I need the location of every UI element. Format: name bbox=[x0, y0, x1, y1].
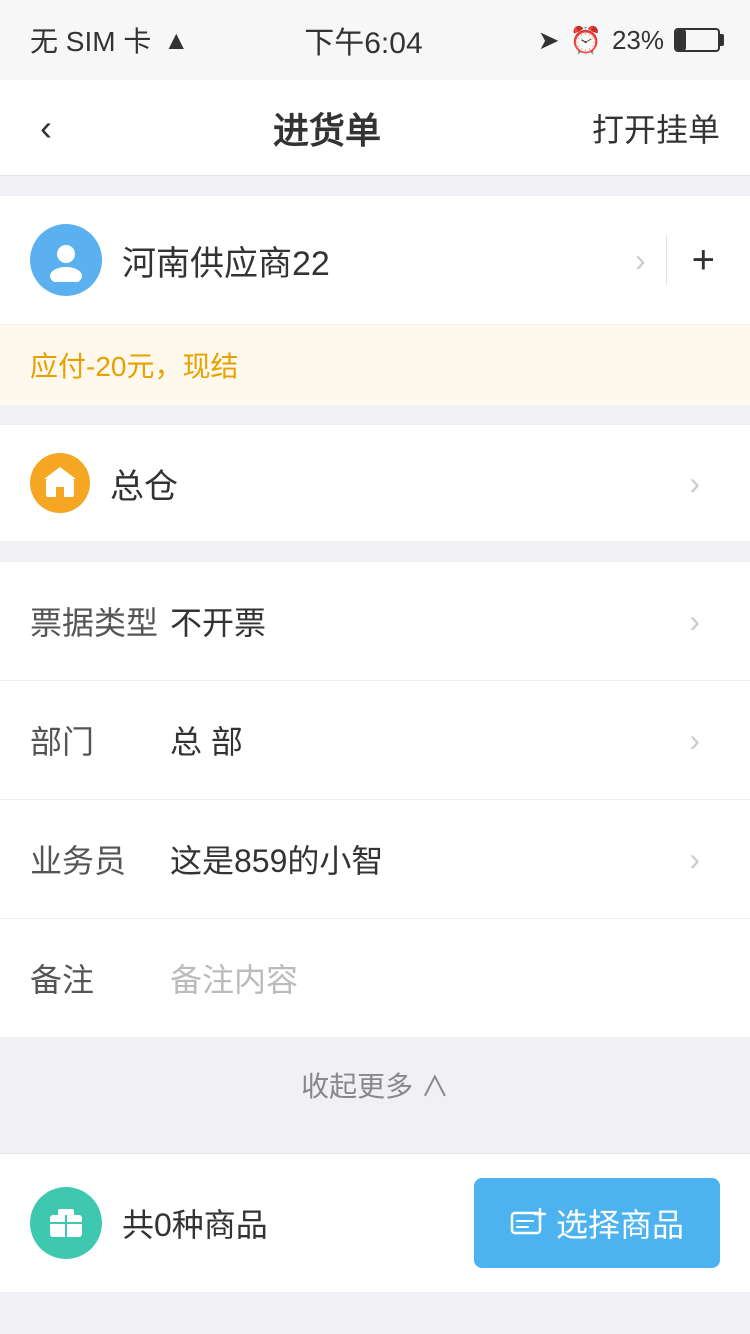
status-time: 下午6:04 bbox=[304, 18, 422, 62]
invoice-label: 票据类型 bbox=[30, 598, 170, 644]
status-right: ➤ ⏰ 23% bbox=[538, 25, 720, 56]
wifi-icon: ▲ bbox=[163, 25, 189, 56]
back-button[interactable]: ‹ bbox=[30, 97, 62, 159]
chevron-right-icon: › bbox=[689, 465, 700, 502]
supplier-actions: › + bbox=[635, 235, 720, 285]
content-area: 河南供应商22 › + 应付-20元，现结 总仓 › bbox=[0, 196, 750, 1292]
vertical-divider bbox=[666, 235, 667, 285]
form-row-department[interactable]: 部门 总 部 › bbox=[0, 680, 750, 799]
status-bar: 无 SIM 卡 ▲ 下午6:04 ➤ ⏰ 23% bbox=[0, 0, 750, 80]
product-icon bbox=[30, 1187, 102, 1259]
department-value: 总 部 bbox=[170, 717, 689, 763]
select-product-button[interactable]: 选择商品 bbox=[474, 1178, 720, 1268]
alarm-icon: ⏰ bbox=[570, 25, 602, 56]
select-product-label: 选择商品 bbox=[556, 1200, 684, 1246]
invoice-value: 不开票 bbox=[170, 598, 689, 644]
nav-bar: ‹ 进货单 打开挂单 bbox=[0, 80, 750, 176]
supplier-avatar bbox=[30, 224, 102, 296]
page-title: 进货单 bbox=[273, 102, 381, 154]
supplier-row[interactable]: 河南供应商22 › + bbox=[0, 196, 750, 325]
supplier-section: 河南供应商22 › + 应付-20元，现结 bbox=[0, 196, 750, 405]
collapse-label: 收起更多 ∧ bbox=[301, 1071, 449, 1102]
location-icon: ➤ bbox=[538, 25, 560, 56]
warehouse-row[interactable]: 总仓 › bbox=[0, 425, 750, 541]
collapse-toggle[interactable]: 收起更多 ∧ bbox=[0, 1037, 750, 1133]
warehouse-icon bbox=[30, 453, 90, 513]
salesperson-label: 业务员 bbox=[30, 836, 170, 882]
remark-label: 备注 bbox=[30, 955, 170, 1001]
department-label: 部门 bbox=[30, 717, 170, 763]
status-carrier: 无 SIM 卡 ▲ bbox=[30, 20, 189, 60]
chevron-right-icon: › bbox=[689, 603, 700, 640]
product-count: 共0种商品 bbox=[122, 1200, 474, 1246]
chevron-right-icon: › bbox=[689, 722, 700, 759]
form-row-salesperson[interactable]: 业务员 这是859的小智 › bbox=[0, 799, 750, 918]
warehouse-name: 总仓 bbox=[110, 459, 689, 508]
supplier-name: 河南供应商22 bbox=[122, 236, 635, 285]
chevron-right-icon: › bbox=[635, 242, 646, 279]
bottom-bar: 共0种商品 选择商品 bbox=[0, 1153, 750, 1292]
salesperson-value: 这是859的小智 bbox=[170, 836, 689, 882]
battery-percent: 23% bbox=[612, 25, 664, 56]
chevron-right-icon: › bbox=[689, 841, 700, 878]
notice-text: 应付-20元，现结 bbox=[30, 351, 238, 382]
remark-value: 备注内容 bbox=[170, 955, 720, 1001]
open-pending-button[interactable]: 打开挂单 bbox=[592, 105, 720, 151]
warehouse-section: 总仓 › bbox=[0, 425, 750, 541]
form-section: 票据类型 不开票 › 部门 总 部 › 业务员 这是859的小智 › 备注 备注… bbox=[0, 561, 750, 1037]
battery-icon bbox=[674, 28, 720, 52]
form-row-remark[interactable]: 备注 备注内容 bbox=[0, 918, 750, 1037]
add-supplier-button[interactable]: + bbox=[687, 238, 720, 283]
form-row-invoice[interactable]: 票据类型 不开票 › bbox=[0, 561, 750, 680]
notice-banner: 应付-20元，现结 bbox=[0, 325, 750, 405]
